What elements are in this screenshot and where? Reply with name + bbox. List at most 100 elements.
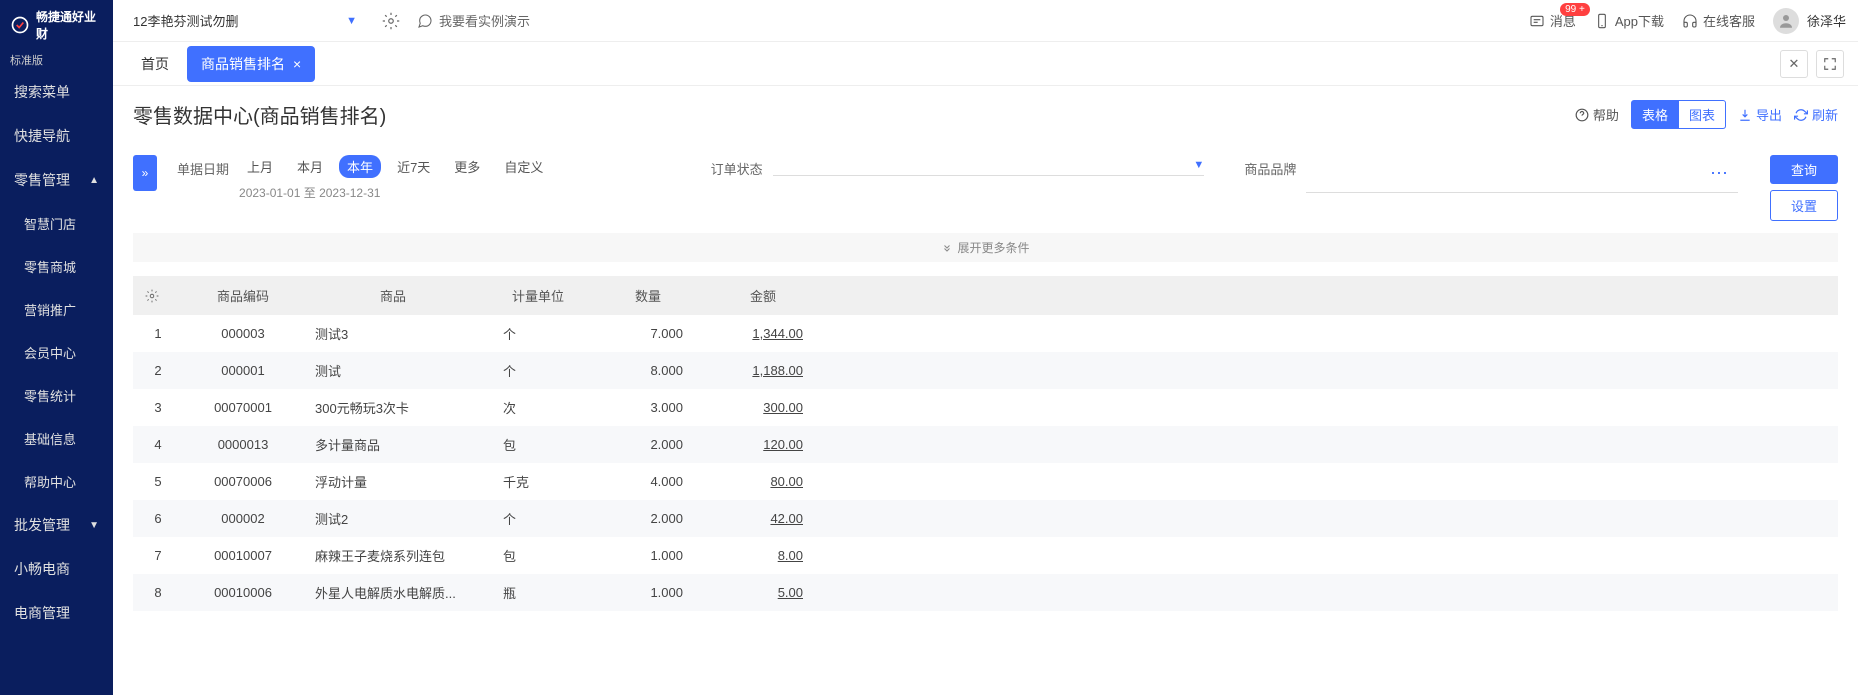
sidebar-item-basic-info[interactable]: 基础信息 xyxy=(0,417,113,460)
table-row[interactable]: 40000013多计量商品包2.000120.00 xyxy=(133,426,1838,463)
topbar: 12李艳芬测试勿删 ▼ 我要看实例演示 消息 99 + App下载 xyxy=(113,0,1858,42)
close-icon: ✕ xyxy=(1789,56,1800,72)
fullscreen-button[interactable] xyxy=(1816,50,1844,78)
cell-amount[interactable]: 8.00 xyxy=(703,537,823,574)
cell-qty: 2.000 xyxy=(593,500,703,537)
date-pill[interactable]: 自定义 xyxy=(496,155,551,178)
table-row[interactable]: 1000003测试3个7.0001,344.00 xyxy=(133,315,1838,352)
sidebar-retail[interactable]: 零售管理 ▲ xyxy=(0,158,113,202)
row-index: 5 xyxy=(133,463,183,500)
filter-status-label: 订单状态 xyxy=(711,155,763,178)
cell-code: 000001 xyxy=(183,352,303,389)
demo-link[interactable]: 我要看实例演示 xyxy=(417,11,530,30)
table-row[interactable]: 700010007麻辣王子麦烧系列连包包1.0008.00 xyxy=(133,537,1838,574)
cell-amount[interactable]: 120.00 xyxy=(703,426,823,463)
headset-icon xyxy=(1682,13,1698,29)
cell-amount[interactable]: 1,344.00 xyxy=(703,315,823,352)
cell-amount[interactable]: 80.00 xyxy=(703,463,823,500)
col-header-amount[interactable]: 金额 xyxy=(703,276,823,315)
date-pills: 上月本月本年近7天更多自定义 xyxy=(239,155,551,178)
cell-name: 外星人电解质水电解质... xyxy=(303,574,483,611)
column-settings[interactable] xyxy=(133,276,183,315)
support-link[interactable]: 在线客服 xyxy=(1682,11,1755,30)
date-pill[interactable]: 近7天 xyxy=(389,155,438,178)
logo-icon xyxy=(10,15,30,35)
cell-amount[interactable]: 1,188.00 xyxy=(703,352,823,389)
avatar xyxy=(1773,8,1799,34)
close-icon[interactable]: × xyxy=(293,56,301,72)
view-toggle: 表格 图表 xyxy=(1631,100,1726,129)
table-row[interactable]: 2000001测试个8.0001,188.00 xyxy=(133,352,1838,389)
app-download-label: App下载 xyxy=(1615,11,1664,30)
cell-amount[interactable]: 42.00 xyxy=(703,500,823,537)
cell-amount[interactable]: 300.00 xyxy=(703,389,823,426)
speech-icon xyxy=(417,13,433,29)
cell-unit: 次 xyxy=(483,389,593,426)
sidebar-item-members[interactable]: 会员中心 xyxy=(0,331,113,374)
sidebar-retail-label: 零售管理 xyxy=(14,170,70,190)
sidebar-wholesale-label: 批发管理 xyxy=(14,515,70,535)
brand-select[interactable]: ⋯ xyxy=(1306,155,1738,193)
view-chart-button[interactable]: 图表 xyxy=(1679,100,1726,129)
date-pill[interactable]: 更多 xyxy=(446,155,488,178)
table-row[interactable]: 6000002测试2个2.00042.00 xyxy=(133,500,1838,537)
org-dropdown-value: 12李艳芬测试勿删 xyxy=(133,11,238,30)
phone-icon xyxy=(1594,13,1610,29)
sidebar-wholesale[interactable]: 批发管理 ▼ xyxy=(0,503,113,547)
cell-name: 浮动计量 xyxy=(303,463,483,500)
date-pill[interactable]: 本月 xyxy=(289,155,331,178)
col-header-name[interactable]: 商品 xyxy=(303,276,483,315)
table-header-row: 商品编码 商品 计量单位 数量 金额 xyxy=(133,276,1838,315)
sidebar-item-smart-store[interactable]: 智慧门店 xyxy=(0,202,113,245)
sidebar-item-help-center[interactable]: 帮助中心 xyxy=(0,460,113,503)
query-button[interactable]: 查询 xyxy=(1770,155,1838,184)
chevron-down-icon: ▼ xyxy=(1193,159,1204,171)
settings-button[interactable] xyxy=(377,7,405,35)
cell-code: 000002 xyxy=(183,500,303,537)
collapse-toggle[interactable]: » xyxy=(133,155,157,191)
sidebar-item-marketing[interactable]: 营销推广 xyxy=(0,288,113,331)
col-header-qty[interactable]: 数量 xyxy=(593,276,703,315)
chevron-double-down-icon xyxy=(941,242,953,254)
row-index: 7 xyxy=(133,537,183,574)
cell-code: 00070006 xyxy=(183,463,303,500)
org-dropdown[interactable]: 12李艳芬测试勿删 ▼ xyxy=(125,7,365,34)
table-row[interactable]: 500070006浮动计量千克4.00080.00 xyxy=(133,463,1838,500)
cell-name: 300元畅玩3次卡 xyxy=(303,389,483,426)
refresh-button[interactable]: 刷新 xyxy=(1794,105,1838,124)
sidebar-item-retail-stats[interactable]: 零售统计 xyxy=(0,374,113,417)
tab-product-sales-rank[interactable]: 商品销售排名 × xyxy=(187,46,315,82)
col-header-code[interactable]: 商品编码 xyxy=(183,276,303,315)
status-select[interactable]: ▼ xyxy=(773,155,1205,176)
cell-qty: 1.000 xyxy=(593,574,703,611)
settings-button[interactable]: 设置 xyxy=(1770,190,1838,221)
row-index: 2 xyxy=(133,352,183,389)
row-index: 4 xyxy=(133,426,183,463)
col-header-unit[interactable]: 计量单位 xyxy=(483,276,593,315)
sidebar-search[interactable]: 搜索菜单 xyxy=(0,70,113,114)
cell-amount[interactable]: 5.00 xyxy=(703,574,823,611)
tab-home[interactable]: 首页 xyxy=(127,46,183,82)
sidebar-ecommerce[interactable]: 电商管理 xyxy=(0,591,113,635)
export-button[interactable]: 导出 xyxy=(1738,105,1782,124)
table-row[interactable]: 800010006外星人电解质水电解质...瓶1.0005.00 xyxy=(133,574,1838,611)
user-menu[interactable]: 徐泽华 xyxy=(1773,8,1846,34)
sidebar-item-retail-mall[interactable]: 零售商城 xyxy=(0,245,113,288)
expand-filters[interactable]: 展开更多条件 xyxy=(133,233,1838,262)
close-all-button[interactable]: ✕ xyxy=(1780,50,1808,78)
cell-name: 测试3 xyxy=(303,315,483,352)
more-icon[interactable]: ⋯ xyxy=(1702,159,1738,188)
help-link[interactable]: 帮助 xyxy=(1575,105,1619,124)
date-pill[interactable]: 本年 xyxy=(339,155,381,178)
table-row[interactable]: 300070001300元畅玩3次卡次3.000300.00 xyxy=(133,389,1838,426)
sidebar: 畅捷通好业财 标准版 搜索菜单 快捷导航 零售管理 ▲ 智慧门店 零售商城 营销… xyxy=(0,0,113,695)
export-icon xyxy=(1738,108,1752,122)
view-table-button[interactable]: 表格 xyxy=(1631,100,1679,129)
app-download-link[interactable]: App下载 xyxy=(1594,11,1664,30)
sidebar-quick-nav[interactable]: 快捷导航 xyxy=(0,114,113,158)
cell-qty: 2.000 xyxy=(593,426,703,463)
date-pill[interactable]: 上月 xyxy=(239,155,281,178)
sidebar-xiaochang[interactable]: 小畅电商 xyxy=(0,547,113,591)
messages-link[interactable]: 消息 99 + xyxy=(1529,11,1576,30)
cell-unit: 个 xyxy=(483,500,593,537)
